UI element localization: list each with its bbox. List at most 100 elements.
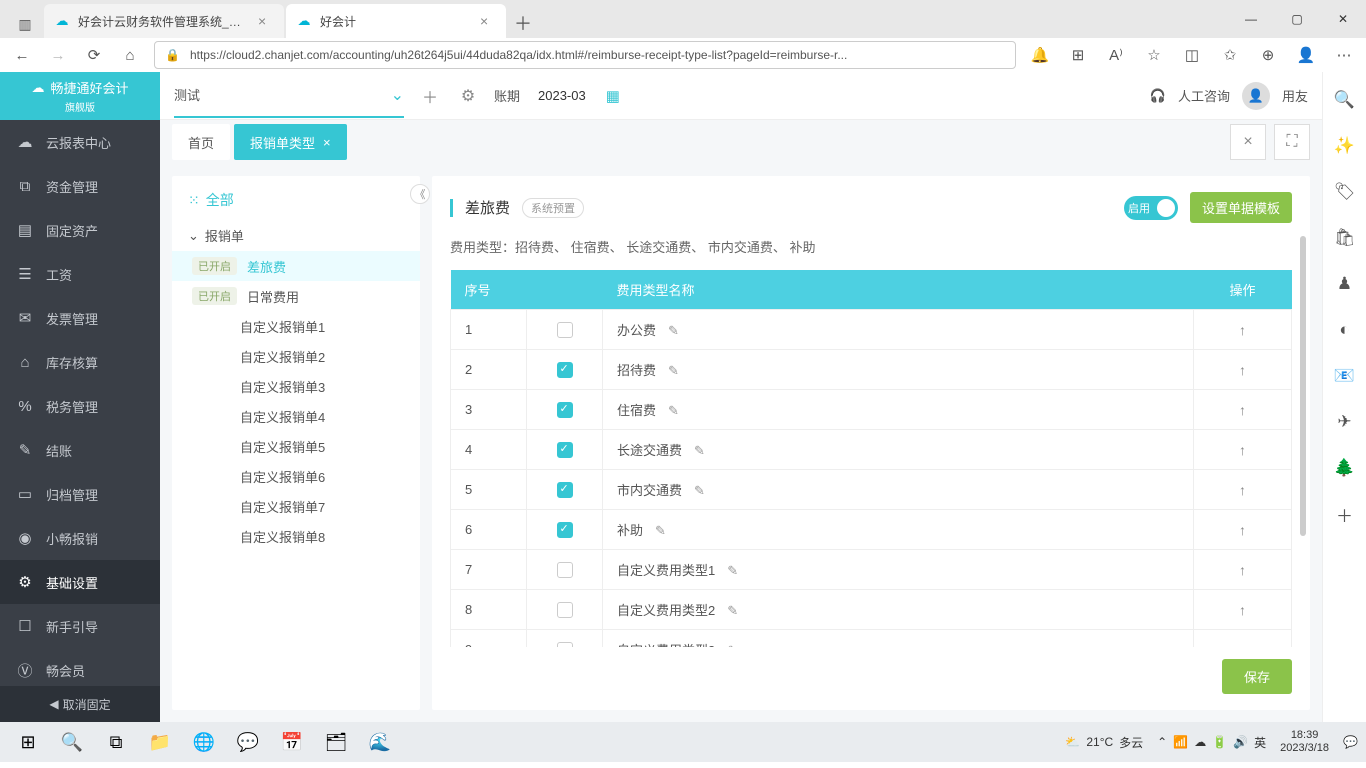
- nav-item-5[interactable]: ⌂库存核算: [0, 340, 160, 384]
- move-up-icon[interactable]: ↑: [1239, 482, 1246, 498]
- close-icon[interactable]: ×: [258, 13, 274, 29]
- profile-icon[interactable]: 👤: [1294, 43, 1318, 67]
- move-up-icon[interactable]: ↑: [1239, 362, 1246, 378]
- nav-item-3[interactable]: ☰工资: [0, 252, 160, 296]
- chrome-icon[interactable]: 🌐: [184, 723, 224, 761]
- cloud-sync-icon[interactable]: ☁: [1194, 735, 1206, 749]
- sidebar-icon-9[interactable]: ＋: [1333, 502, 1357, 526]
- edge-icon[interactable]: 🌊: [360, 723, 400, 761]
- checkbox[interactable]: [557, 562, 573, 578]
- close-icon[interactable]: ×: [480, 13, 496, 29]
- tray-chevron-icon[interactable]: ⌃: [1157, 735, 1167, 749]
- notification-icon[interactable]: 🔔: [1028, 43, 1052, 67]
- category-item-1[interactable]: 已开启日常费用: [172, 281, 420, 311]
- panel-collapse-button[interactable]: 《: [410, 184, 430, 204]
- nav-item-9[interactable]: ◉小畅报销: [0, 516, 160, 560]
- checkbox[interactable]: [557, 642, 573, 647]
- sidebar-icon-5[interactable]: ◐: [1333, 318, 1357, 342]
- move-up-icon[interactable]: ↑: [1239, 442, 1246, 458]
- url-input[interactable]: 🔒 https://cloud2.chanjet.com/accounting/…: [154, 41, 1016, 69]
- category-item-0[interactable]: 已开启差旅费: [172, 251, 420, 281]
- enable-toggle[interactable]: 启用: [1124, 196, 1178, 220]
- save-button[interactable]: 保存: [1222, 659, 1292, 694]
- move-up-icon[interactable]: ↑: [1239, 402, 1246, 418]
- nav-item-7[interactable]: ✎结账: [0, 428, 160, 472]
- calendar-icon[interactable]: ▦: [606, 87, 620, 105]
- nav-item-6[interactable]: %税务管理: [0, 384, 160, 428]
- read-aloud-icon[interactable]: A⁾: [1104, 43, 1128, 67]
- settings-icon[interactable]: ⚙: [456, 84, 480, 108]
- nav-item-12[interactable]: Ⓥ畅会员: [0, 648, 160, 686]
- wifi-icon[interactable]: 📶: [1173, 735, 1188, 749]
- extension-icon[interactable]: ⊞: [1066, 43, 1090, 67]
- browser-tab-1[interactable]: ☁ 好会计 ×: [286, 4, 506, 38]
- edit-icon[interactable]: ✎: [727, 603, 738, 618]
- checkbox[interactable]: [557, 522, 573, 538]
- tab-reimburse-type[interactable]: 报销单类型 ×: [234, 124, 347, 160]
- explorer-icon[interactable]: 📁: [140, 723, 180, 761]
- nav-item-8[interactable]: ▭归档管理: [0, 472, 160, 516]
- task-view-button[interactable]: ⧉: [96, 723, 136, 761]
- sidebar-icon-2[interactable]: 🏷: [1333, 180, 1357, 204]
- edit-icon[interactable]: ✎: [668, 363, 679, 378]
- category-item-9[interactable]: 自定义报销单8: [172, 521, 420, 551]
- close-button[interactable]: ✕: [1320, 0, 1366, 38]
- new-tab-button[interactable]: ＋: [508, 8, 538, 38]
- nav-item-10[interactable]: ⚙基础设置: [0, 560, 160, 604]
- checkbox[interactable]: [557, 322, 573, 338]
- sidebar-icon-3[interactable]: 🛍: [1333, 226, 1357, 250]
- edit-icon[interactable]: ✎: [668, 323, 679, 338]
- sidebar-icon-7[interactable]: ✈: [1333, 410, 1357, 434]
- org-selector[interactable]: 测试 ⌄: [174, 74, 404, 118]
- add-button[interactable]: ＋: [418, 84, 442, 108]
- browser-tab-0[interactable]: ☁ 好会计云财务软件管理系统_会计... ×: [44, 4, 284, 38]
- nav-item-4[interactable]: ✉发票管理: [0, 296, 160, 340]
- category-item-4[interactable]: 自定义报销单3: [172, 371, 420, 401]
- tab-list-button[interactable]: ▥: [8, 10, 42, 38]
- avatar[interactable]: 👤: [1242, 82, 1270, 110]
- forward-button[interactable]: →: [46, 43, 70, 67]
- category-group[interactable]: ⌄ 报销单: [172, 220, 420, 251]
- favorites-bar-icon[interactable]: ✩: [1218, 43, 1242, 67]
- consult-link[interactable]: 人工咨询: [1178, 86, 1230, 105]
- checkbox[interactable]: [557, 362, 573, 378]
- nav-item-11[interactable]: ☐新手引导: [0, 604, 160, 648]
- close-icon[interactable]: ×: [323, 135, 331, 150]
- files-icon[interactable]: 🗂: [316, 723, 356, 761]
- start-button[interactable]: ⊞: [8, 723, 48, 761]
- collections-icon[interactable]: ⊕: [1256, 43, 1280, 67]
- back-button[interactable]: ←: [10, 43, 34, 67]
- sidebar-icon-8[interactable]: 🌲: [1333, 456, 1357, 480]
- category-item-3[interactable]: 自定义报销单2: [172, 341, 420, 371]
- tab-home[interactable]: 首页: [172, 124, 230, 160]
- sidebar-icon-0[interactable]: 🔍: [1333, 88, 1357, 112]
- favorite-icon[interactable]: ☆: [1142, 43, 1166, 67]
- template-settings-button[interactable]: 设置单据模板: [1190, 192, 1292, 223]
- volume-icon[interactable]: 🔊: [1233, 735, 1248, 749]
- more-icon[interactable]: ⋯: [1332, 43, 1356, 67]
- edit-icon[interactable]: ✎: [694, 483, 705, 498]
- category-all[interactable]: ⁙ 全部: [172, 190, 420, 220]
- split-icon[interactable]: ◫: [1180, 43, 1204, 67]
- fullscreen-button[interactable]: ⛶: [1274, 124, 1310, 160]
- notifications-icon[interactable]: 💬: [1343, 735, 1358, 749]
- move-up-icon[interactable]: ↑: [1239, 322, 1246, 338]
- checkbox[interactable]: [557, 402, 573, 418]
- home-button[interactable]: ⌂: [118, 43, 142, 67]
- clock[interactable]: 18:39 2023/3/18: [1280, 729, 1329, 755]
- wechat-icon[interactable]: 💬: [228, 723, 268, 761]
- battery-icon[interactable]: 🔋: [1212, 735, 1227, 749]
- category-item-7[interactable]: 自定义报销单6: [172, 461, 420, 491]
- sidebar-icon-6[interactable]: 📧: [1333, 364, 1357, 388]
- maximize-button[interactable]: ▢: [1274, 0, 1320, 38]
- nav-item-0[interactable]: ☁云报表中心: [0, 120, 160, 164]
- ime-indicator[interactable]: 英: [1254, 734, 1266, 751]
- edit-icon[interactable]: ✎: [727, 563, 738, 578]
- move-up-icon[interactable]: ↑: [1239, 602, 1246, 618]
- checkbox[interactable]: [557, 602, 573, 618]
- checkbox[interactable]: [557, 442, 573, 458]
- sidebar-icon-1[interactable]: ✨: [1333, 134, 1357, 158]
- nav-collapse-button[interactable]: ◀ 取消固定: [0, 686, 160, 722]
- calendar-icon[interactable]: 📅: [272, 723, 312, 761]
- edit-icon[interactable]: ✎: [655, 523, 666, 538]
